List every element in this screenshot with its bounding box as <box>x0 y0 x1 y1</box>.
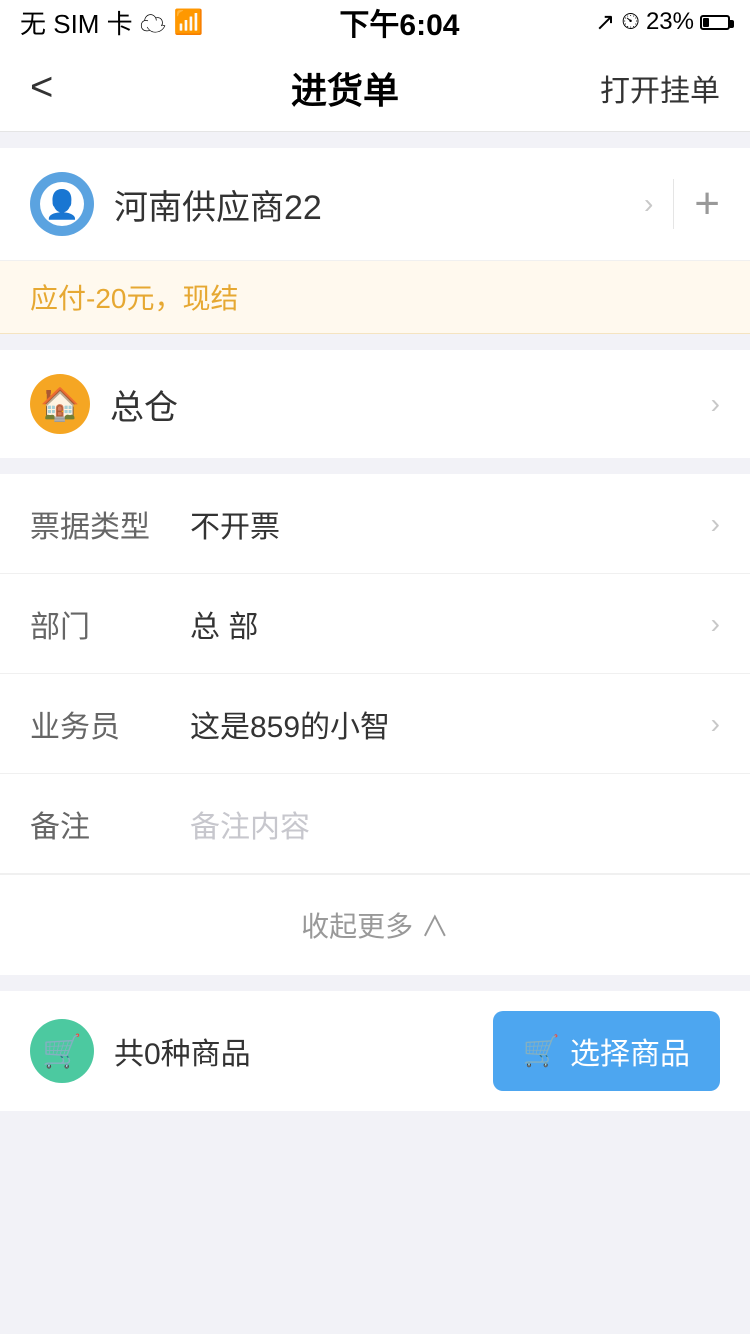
nav-bar: < 进货单 打开挂单 <box>0 44 750 132</box>
warehouse-icon-wrap: 🏠 <box>30 374 90 434</box>
salesman-chevron-icon: › <box>711 708 720 740</box>
select-product-button[interactable]: 🛒 选择商品 <box>493 1011 720 1091</box>
department-row[interactable]: 部门 总 部 › <box>0 574 750 674</box>
remark-input[interactable]: 备注内容 <box>170 802 720 846</box>
remark-row[interactable]: 备注 备注内容 <box>0 774 750 874</box>
ticket-type-row[interactable]: 票据类型 不开票 › <box>0 474 750 574</box>
status-left: 无 SIM 卡 ☁ 📶 <box>20 4 204 41</box>
department-value: 总 部 <box>170 602 711 646</box>
warehouse-chevron-icon: › <box>711 388 720 420</box>
location-icon: ↗ <box>595 8 615 37</box>
salesman-row[interactable]: 业务员 这是859的小智 › <box>0 674 750 774</box>
add-supplier-button[interactable]: + <box>694 179 720 229</box>
supplier-name: 河南供应商22 <box>114 180 644 229</box>
battery-percent: 23% <box>646 8 694 36</box>
supplier-chevron-icon: › <box>644 188 653 220</box>
department-chevron-icon: › <box>711 608 720 640</box>
person-icon: 👤 <box>45 188 80 221</box>
supplier-avatar: 👤 <box>30 172 94 236</box>
salesman-label: 业务员 <box>30 702 170 746</box>
gap-1 <box>0 132 750 148</box>
remark-label: 备注 <box>30 802 170 846</box>
department-label: 部门 <box>30 602 170 646</box>
status-bar: 无 SIM 卡 ☁ 📶 下午6:04 ↗ ⏲ 23% <box>0 0 750 44</box>
gap-2 <box>0 334 750 350</box>
collapse-button[interactable]: 收起更多 ∧ <box>0 874 750 975</box>
battery-icon <box>700 15 730 30</box>
vertical-divider <box>673 179 674 229</box>
ticket-type-chevron-icon: › <box>711 508 720 540</box>
salesman-value: 这是859的小智 <box>170 702 711 746</box>
product-bar: 🛒 共0种商品 🛒 选择商品 <box>0 991 750 1111</box>
ticket-type-value: 不开票 <box>170 502 711 546</box>
product-cart-icon: 🛒 <box>42 1032 82 1070</box>
select-product-label: 选择商品 <box>570 1029 690 1073</box>
warehouse-icon: 🏠 <box>40 385 80 423</box>
select-product-icon: 🛒 <box>523 1034 560 1069</box>
warehouse-name: 总仓 <box>110 380 711 429</box>
ticket-type-label: 票据类型 <box>30 502 170 546</box>
supplier-row[interactable]: 👤 河南供应商22 › + <box>0 148 750 261</box>
alarm-icon: ⏲ <box>621 8 640 36</box>
status-right: ↗ ⏲ 23% <box>595 8 730 37</box>
wifi-icon: 📶 <box>174 8 204 37</box>
back-button[interactable]: < <box>30 65 90 110</box>
no-sim-label: 无 SIM 卡 ☁ <box>20 4 166 41</box>
product-count: 共0种商品 <box>114 1029 493 1073</box>
warehouse-row[interactable]: 🏠 总仓 › <box>0 350 750 458</box>
supplier-card: 👤 河南供应商22 › + 应付-20元，现结 <box>0 148 750 334</box>
product-icon-wrap: 🛒 <box>30 1019 94 1083</box>
open-pending-button[interactable]: 打开挂单 <box>600 66 720 110</box>
form-section: 票据类型 不开票 › 部门 总 部 › 业务员 这是859的小智 › 备注 备注… <box>0 474 750 975</box>
supplier-notice: 应付-20元，现结 <box>0 261 750 334</box>
status-time: 下午6:04 <box>339 0 459 44</box>
page-title: 进货单 <box>291 62 399 114</box>
